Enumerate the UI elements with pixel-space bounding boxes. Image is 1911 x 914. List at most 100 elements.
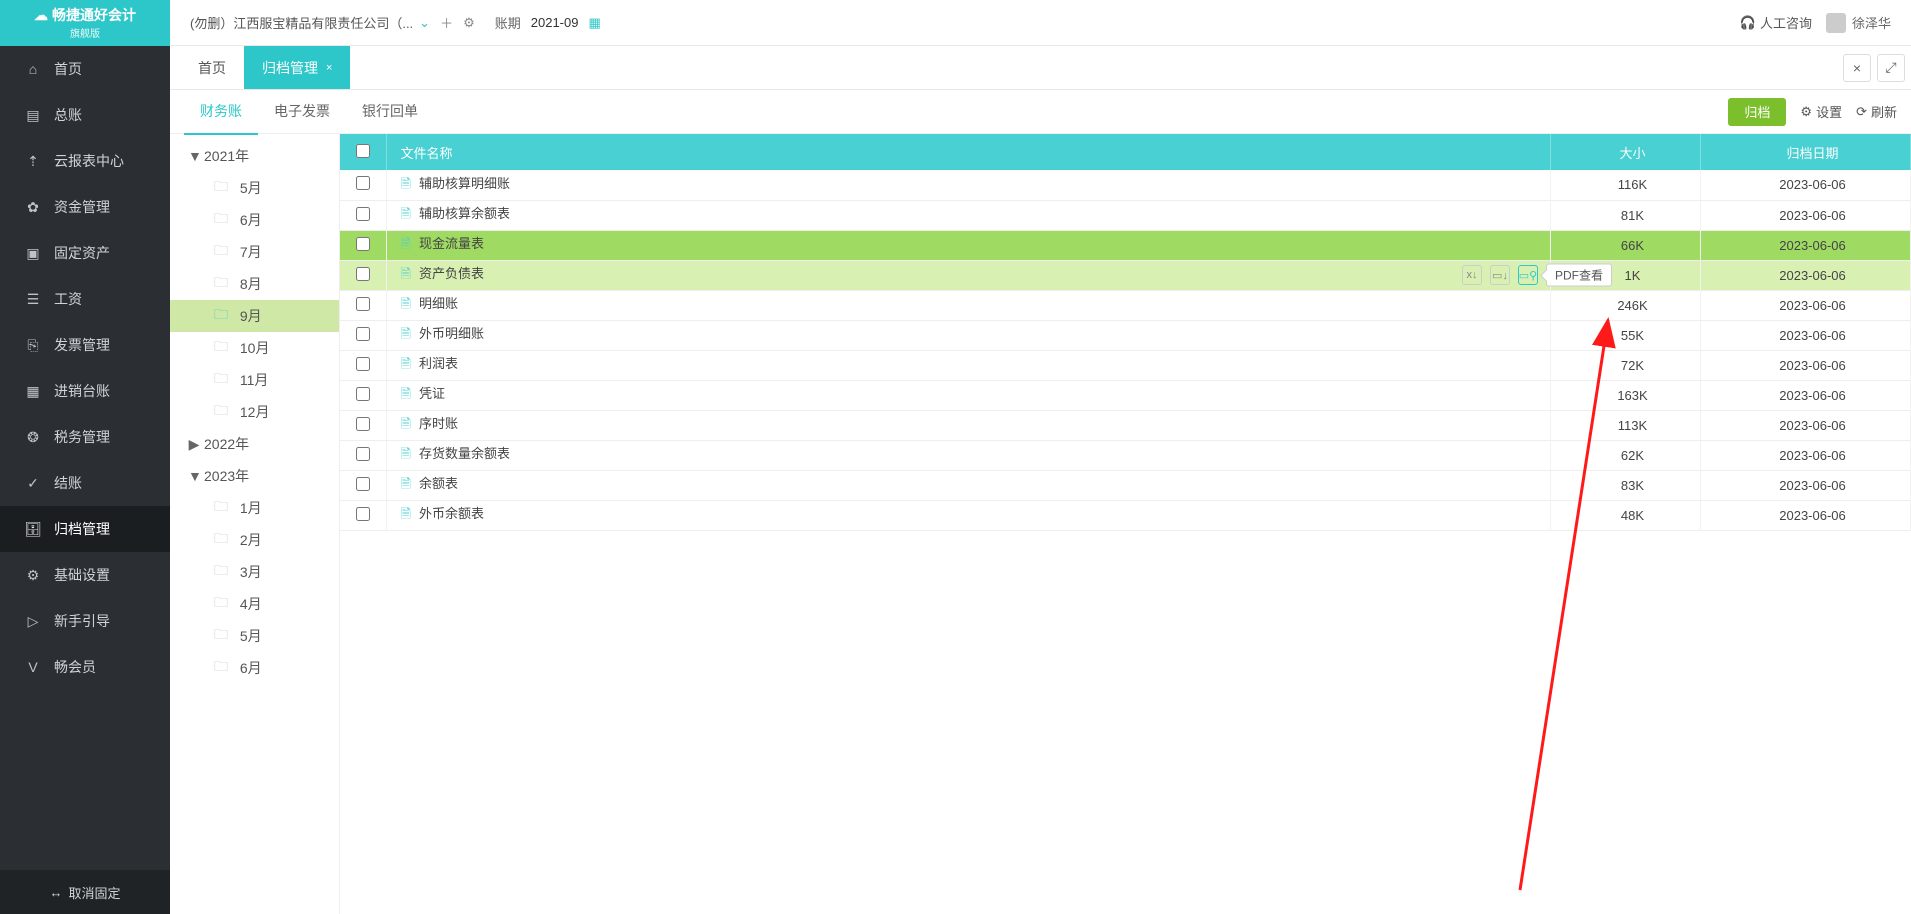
manual-service-button[interactable]: 🎧 人工咨询 bbox=[1740, 13, 1812, 32]
file-name: 明细账 bbox=[419, 296, 458, 311]
tree-month[interactable]: 🗀 5月 bbox=[170, 172, 339, 204]
brand-logo: ☁畅捷通好会计 旗舰版 bbox=[0, 0, 170, 46]
tree-month[interactable]: 🗀 11月 bbox=[170, 364, 339, 396]
sidebar-item-11[interactable]: ⚙基础设置 bbox=[0, 552, 170, 598]
row-checkbox[interactable] bbox=[356, 237, 370, 251]
sidebar-item-label: 基础设置 bbox=[54, 565, 110, 585]
tree-month[interactable]: 🗀 5月 bbox=[170, 620, 339, 652]
tree-year[interactable]: ▼ 2021年 bbox=[170, 140, 339, 172]
table-row[interactable]: 🗎存货数量余额表 62K 2023-06-06 bbox=[340, 440, 1911, 470]
tree-month[interactable]: 🗀 3月 bbox=[170, 556, 339, 588]
sidebar-item-9[interactable]: ✓结账 bbox=[0, 460, 170, 506]
inner-tab-1[interactable]: 电子发票 bbox=[258, 89, 346, 135]
sidebar-item-12[interactable]: ▷新手引导 bbox=[0, 598, 170, 644]
file-date: 2023-06-06 bbox=[1701, 350, 1911, 380]
tree-month[interactable]: 🗀 6月 bbox=[170, 204, 339, 236]
col-name[interactable]: 文件名称 bbox=[386, 134, 1551, 170]
table-row[interactable]: 🗎辅助核算明细账 116K 2023-06-06 bbox=[340, 170, 1911, 200]
inner-tab-2[interactable]: 银行回单 bbox=[346, 89, 434, 135]
tree-month[interactable]: 🗀 2月 bbox=[170, 524, 339, 556]
file-icon: 🗎 bbox=[401, 236, 411, 251]
row-checkbox[interactable] bbox=[356, 267, 370, 281]
col-size[interactable]: 大小 bbox=[1551, 134, 1701, 170]
sidebar-item-label: 畅会员 bbox=[54, 657, 96, 677]
table-row[interactable]: 🗎凭证 163K 2023-06-06 bbox=[340, 380, 1911, 410]
sidebar-item-6[interactable]: ⎘发票管理 bbox=[0, 322, 170, 368]
gear-icon[interactable]: ⚙ bbox=[463, 15, 475, 31]
close-all-tabs-button[interactable]: × bbox=[1843, 54, 1871, 82]
file-name: 外币余额表 bbox=[419, 506, 484, 521]
close-icon[interactable]: × bbox=[326, 62, 332, 74]
row-checkbox[interactable] bbox=[356, 417, 370, 431]
row-checkbox[interactable] bbox=[356, 387, 370, 401]
tree-month[interactable]: 🗀 9月 bbox=[170, 300, 339, 332]
sidebar-item-8[interactable]: ❂税务管理 bbox=[0, 414, 170, 460]
table-row[interactable]: 🗎外币明细账 55K 2023-06-06 bbox=[340, 320, 1911, 350]
select-all-checkbox[interactable] bbox=[356, 144, 370, 158]
settings-button[interactable]: ⚙设置 bbox=[1800, 102, 1842, 121]
inner-tab-0[interactable]: 财务账 bbox=[184, 89, 258, 135]
row-checkbox[interactable] bbox=[356, 477, 370, 491]
tree-year[interactable]: ▶ 2022年 bbox=[170, 428, 339, 460]
folder-icon: 🗀 bbox=[214, 496, 228, 520]
table-row[interactable]: 🗎余额表 83K 2023-06-06 bbox=[340, 470, 1911, 500]
table-row[interactable]: 🗎明细账 246K 2023-06-06 bbox=[340, 290, 1911, 320]
table-row[interactable]: 🗎辅助核算余额表 81K 2023-06-06 bbox=[340, 200, 1911, 230]
table-row[interactable]: 🗎现金流量表 66K 2023-06-06 bbox=[340, 230, 1911, 260]
table-row[interactable]: 🗎资产负债表 x↓ ▭↓ ▭⚲ PDF查看 1K 2023-06-06 bbox=[340, 260, 1911, 290]
tree-month[interactable]: 🗀 1月 bbox=[170, 492, 339, 524]
row-checkbox[interactable] bbox=[356, 327, 370, 341]
file-date: 2023-06-06 bbox=[1701, 500, 1911, 530]
file-size: 116K bbox=[1551, 170, 1701, 200]
period-value[interactable]: 2021-09 bbox=[531, 15, 579, 30]
tab-archive[interactable]: 归档管理 × bbox=[244, 46, 350, 89]
tree-month[interactable]: 🗀 6月 bbox=[170, 652, 339, 684]
username: 徐泽华 bbox=[1852, 13, 1891, 32]
add-icon[interactable]: ＋ bbox=[440, 13, 453, 32]
sidebar-item-10[interactable]: 🗄归档管理 bbox=[0, 506, 170, 552]
table-row[interactable]: 🗎利润表 72K 2023-06-06 bbox=[340, 350, 1911, 380]
folder-icon: 🗀 bbox=[214, 560, 228, 584]
tree-month[interactable]: 🗀 12月 bbox=[170, 396, 339, 428]
tree-month[interactable]: 🗀 7月 bbox=[170, 236, 339, 268]
row-checkbox[interactable] bbox=[356, 447, 370, 461]
table-row[interactable]: 🗎序时账 113K 2023-06-06 bbox=[340, 410, 1911, 440]
col-date[interactable]: 归档日期 bbox=[1701, 134, 1911, 170]
menu-icon: ✿ bbox=[24, 199, 42, 216]
menu-icon: ▦ bbox=[24, 383, 42, 400]
sidebar-item-7[interactable]: ▦进销台账 bbox=[0, 368, 170, 414]
file-size: 113K bbox=[1551, 410, 1701, 440]
row-checkbox[interactable] bbox=[356, 357, 370, 371]
row-checkbox[interactable] bbox=[356, 297, 370, 311]
calendar-icon[interactable]: ▦ bbox=[588, 15, 600, 31]
user-menu[interactable]: 徐泽华 bbox=[1826, 13, 1891, 33]
sidebar-item-2[interactable]: ⇡云报表中心 bbox=[0, 138, 170, 184]
sidebar-item-label: 发票管理 bbox=[54, 335, 110, 355]
row-checkbox[interactable] bbox=[356, 176, 370, 190]
row-checkbox[interactable] bbox=[356, 207, 370, 221]
org-selector[interactable]: (勿删）江西服宝精品有限责任公司（... ⌄ bbox=[190, 13, 430, 32]
unpin-button[interactable]: ↔ 取消固定 bbox=[0, 870, 170, 914]
archive-button[interactable]: 归档 bbox=[1728, 98, 1786, 126]
file-name: 利润表 bbox=[419, 356, 458, 371]
table-row[interactable]: 🗎外币余额表 48K 2023-06-06 bbox=[340, 500, 1911, 530]
sidebar-item-label: 工资 bbox=[54, 289, 82, 309]
download-pdf-icon[interactable]: ▭↓ bbox=[1490, 265, 1510, 285]
tree-year[interactable]: ▼ 2023年 bbox=[170, 460, 339, 492]
tree-month[interactable]: 🗀 4月 bbox=[170, 588, 339, 620]
tree-month[interactable]: 🗀 8月 bbox=[170, 268, 339, 300]
menu-icon: ⌂ bbox=[24, 61, 42, 77]
row-checkbox[interactable] bbox=[356, 507, 370, 521]
sidebar-item-13[interactable]: V畅会员 bbox=[0, 644, 170, 690]
refresh-button[interactable]: ⟳刷新 bbox=[1856, 102, 1897, 121]
fullscreen-button[interactable]: ⤢ bbox=[1877, 54, 1905, 82]
download-excel-icon[interactable]: x↓ bbox=[1462, 265, 1482, 285]
sidebar-item-1[interactable]: ▤总账 bbox=[0, 92, 170, 138]
tab-home[interactable]: 首页 bbox=[180, 46, 244, 89]
sidebar-item-0[interactable]: ⌂首页 bbox=[0, 46, 170, 92]
tree-month[interactable]: 🗀 10月 bbox=[170, 332, 339, 364]
pdf-preview-icon[interactable]: ▭⚲ PDF查看 bbox=[1518, 265, 1538, 285]
sidebar-item-5[interactable]: ☰工资 bbox=[0, 276, 170, 322]
sidebar-item-4[interactable]: ▣固定资产 bbox=[0, 230, 170, 276]
sidebar-item-3[interactable]: ✿资金管理 bbox=[0, 184, 170, 230]
